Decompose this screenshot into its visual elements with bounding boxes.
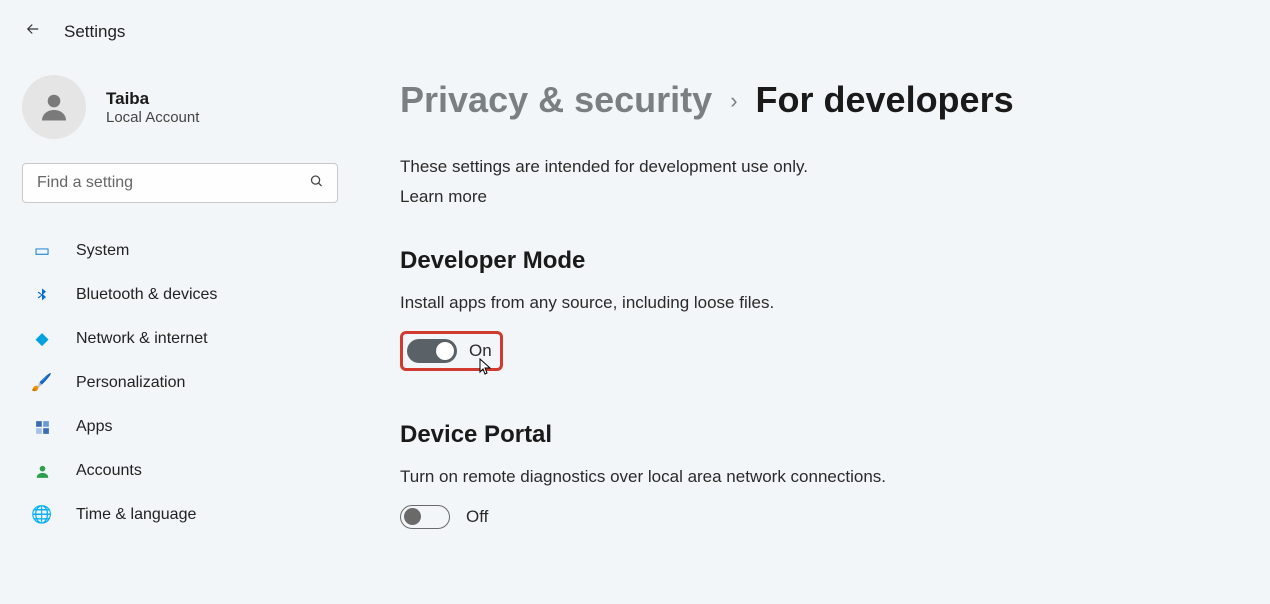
search-icon <box>309 174 324 193</box>
chevron-right-icon: › <box>730 88 737 114</box>
learn-more-link[interactable]: Learn more <box>400 187 487 207</box>
profile-block[interactable]: Taiba Local Account <box>16 65 344 163</box>
device-portal-desc: Turn on remote diagnostics over local ar… <box>400 467 1230 487</box>
sidebar-item-label: Apps <box>76 418 112 436</box>
profile-name: Taiba <box>106 89 199 109</box>
breadcrumb-parent[interactable]: Privacy & security <box>400 79 712 121</box>
breadcrumb: Privacy & security › For developers <box>400 79 1230 121</box>
sidebar-item-label: Time & language <box>76 506 196 524</box>
app-title: Settings <box>64 22 125 42</box>
time-language-icon: 🌐 <box>32 505 52 525</box>
sidebar-item-time-language[interactable]: 🌐 Time & language <box>16 493 344 537</box>
toggle-knob <box>404 508 421 525</box>
developer-mode-title: Developer Mode <box>400 247 1230 275</box>
apps-icon <box>32 419 52 436</box>
sidebar-item-label: Bluetooth & devices <box>76 286 217 304</box>
highlight-annotation: On <box>400 331 503 371</box>
sidebar-item-accounts[interactable]: Accounts <box>16 449 344 493</box>
sidebar-item-label: Network & internet <box>76 330 208 348</box>
system-icon: ▭ <box>32 241 52 261</box>
avatar <box>22 75 86 139</box>
sidebar-item-apps[interactable]: Apps <box>16 405 344 449</box>
window-header: Settings <box>0 0 1270 55</box>
back-arrow-icon[interactable] <box>24 20 42 43</box>
search-input[interactable] <box>22 163 338 203</box>
toggle-knob <box>436 342 454 360</box>
bluetooth-icon <box>32 287 52 303</box>
sidebar-item-system[interactable]: ▭ System <box>16 229 344 273</box>
personalization-icon: 🖌️ <box>32 373 52 393</box>
search-container <box>22 163 338 203</box>
sidebar-item-label: System <box>76 242 129 260</box>
developer-mode-toggle-label: On <box>469 341 492 361</box>
device-portal-toggle-label: Off <box>466 507 488 527</box>
sidebar-item-network[interactable]: ◆ Network & internet <box>16 317 344 361</box>
network-icon: ◆ <box>32 329 52 349</box>
sidebar: Taiba Local Account ▭ System Bluetooth &… <box>0 55 360 569</box>
sidebar-item-label: Personalization <box>76 374 185 392</box>
intro-text: These settings are intended for developm… <box>400 157 1230 177</box>
main-content: Privacy & security › For developers Thes… <box>360 55 1270 569</box>
cursor-icon <box>479 358 493 379</box>
developer-mode-desc: Install apps from any source, including … <box>400 293 1230 313</box>
device-portal-title: Device Portal <box>400 421 1230 449</box>
device-portal-toggle[interactable] <box>400 505 450 529</box>
device-portal-toggle-row: Off <box>400 505 488 529</box>
sidebar-item-bluetooth[interactable]: Bluetooth & devices <box>16 273 344 317</box>
nav-list: ▭ System Bluetooth & devices ◆ Network &… <box>16 229 344 537</box>
developer-mode-toggle[interactable] <box>407 339 457 363</box>
profile-account-type: Local Account <box>106 109 199 126</box>
sidebar-item-label: Accounts <box>76 462 142 480</box>
accounts-icon <box>32 463 52 480</box>
breadcrumb-current: For developers <box>756 79 1014 121</box>
sidebar-item-personalization[interactable]: 🖌️ Personalization <box>16 361 344 405</box>
profile-text: Taiba Local Account <box>106 89 199 126</box>
